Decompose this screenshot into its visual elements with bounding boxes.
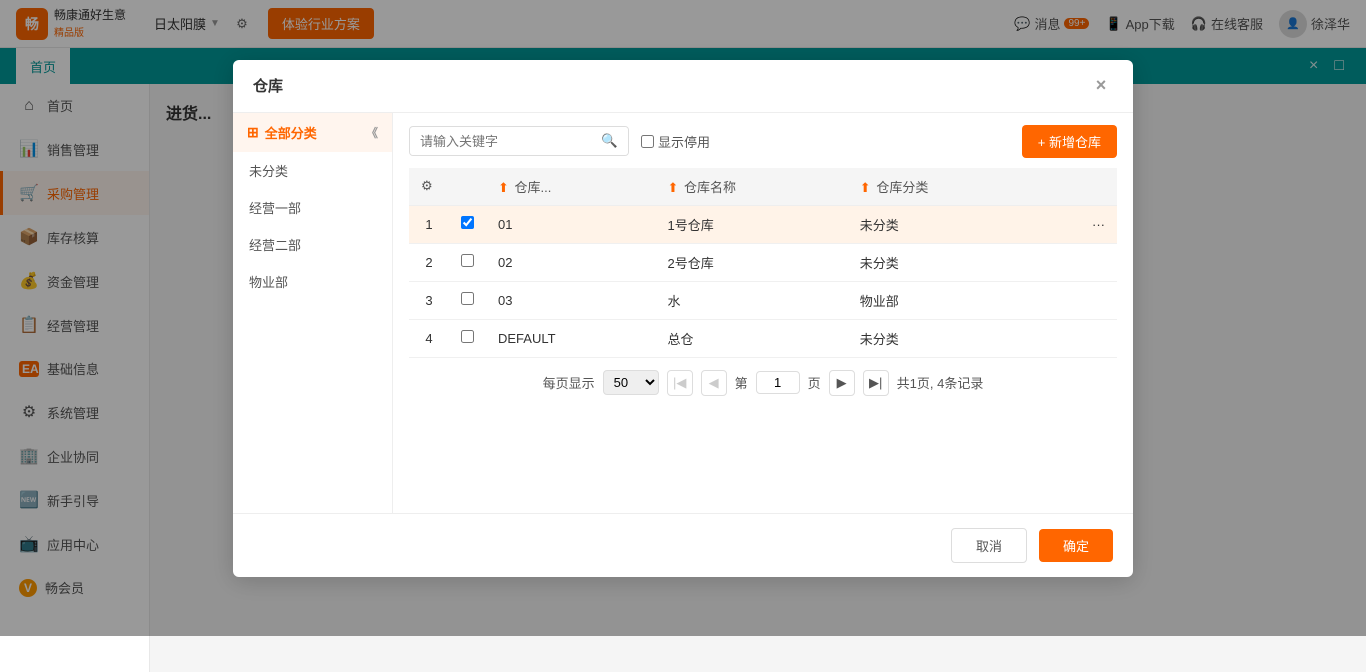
add-warehouse-btn[interactable]: + 新增仓库 — [1022, 125, 1117, 158]
th-settings[interactable]: ⚙ — [409, 168, 449, 206]
table-row[interactable]: 4 DEFAULT 总仓 未分类 — [409, 319, 1117, 357]
cell-category: 未分类 — [848, 319, 1040, 357]
table-row[interactable]: 3 03 水 物业部 — [409, 281, 1117, 319]
th-checkbox — [449, 168, 486, 206]
sort-icon-code: ⬆ — [498, 180, 509, 195]
table-row[interactable]: 2 02 2号仓库 未分类 — [409, 243, 1117, 281]
table-panel: 🔍 显示停用 + 新增仓库 ⚙ ⬆ — [393, 113, 1133, 513]
cell-action — [1040, 281, 1117, 319]
cell-action — [1040, 319, 1117, 357]
table-body: 1 01 1号仓库 未分类 ··· 2 02 2号仓库 未分类 3 03 水 物… — [409, 205, 1117, 357]
page-unit: 第 — [735, 373, 748, 392]
page-prev-btn[interactable]: ◀ — [701, 370, 727, 396]
row-checkbox[interactable] — [461, 292, 474, 305]
cell-action — [1040, 243, 1117, 281]
search-input[interactable] — [410, 128, 591, 155]
grid-icon: ⊞ — [247, 124, 259, 141]
total-label: 共1页, 4条记录 — [897, 373, 984, 392]
warehouse-modal: 仓库 × ⊞ 全部分类 《 未分类 经营一部 经营二部 — [233, 60, 1133, 577]
modal-footer: 取消 确定 — [233, 513, 1133, 577]
cell-category: 未分类 — [848, 243, 1040, 281]
all-categories-label: 全部分类 — [265, 123, 317, 142]
cell-code: 03 — [486, 281, 655, 319]
cell-code: 02 — [486, 243, 655, 281]
table-header-row: ⚙ ⬆ 仓库... ⬆ 仓库名称 ⬆ — [409, 168, 1117, 206]
cell-code: 01 — [486, 205, 655, 243]
category-item-2[interactable]: 经营二部 — [233, 226, 392, 263]
cell-checkbox[interactable] — [449, 243, 486, 281]
cell-checkbox[interactable] — [449, 319, 486, 357]
th-code[interactable]: ⬆ 仓库... — [486, 168, 655, 206]
search-button[interactable]: 🔍 — [591, 127, 628, 155]
page-first-btn[interactable]: |◀ — [667, 370, 693, 396]
row-checkbox[interactable] — [461, 254, 474, 267]
row-checkbox[interactable] — [461, 330, 474, 343]
sort-icon-name: ⬆ — [667, 180, 678, 195]
cell-category: 未分类 — [848, 205, 1040, 243]
th-action — [1040, 168, 1117, 206]
cell-action: ··· — [1040, 205, 1117, 243]
cell-checkbox[interactable] — [449, 281, 486, 319]
cell-name: 水 — [655, 281, 847, 319]
all-categories-item[interactable]: ⊞ 全部分类 《 — [233, 113, 392, 152]
cancel-btn[interactable]: 取消 — [951, 528, 1027, 563]
cell-name: 1号仓库 — [655, 205, 847, 243]
page-size-label: 每页显示 — [543, 373, 595, 392]
page-last-btn[interactable]: ▶| — [863, 370, 889, 396]
page-next-btn[interactable]: ▶ — [829, 370, 855, 396]
modal-close-btn[interactable]: × — [1089, 74, 1113, 98]
table-row[interactable]: 1 01 1号仓库 未分类 ··· — [409, 205, 1117, 243]
confirm-btn[interactable]: 确定 — [1039, 529, 1113, 562]
modal-header: 仓库 × — [233, 60, 1133, 113]
category-panel: ⊞ 全部分类 《 未分类 经营一部 经营二部 物业部 — [233, 113, 393, 513]
category-item-1[interactable]: 经营一部 — [233, 189, 392, 226]
cell-no: 3 — [409, 281, 449, 319]
row-checkbox[interactable] — [461, 216, 474, 229]
cell-checkbox[interactable] — [449, 205, 486, 243]
category-item-3[interactable]: 物业部 — [233, 263, 392, 300]
th-name[interactable]: ⬆ 仓库名称 — [655, 168, 847, 206]
modal-title: 仓库 — [253, 75, 283, 96]
page-input[interactable] — [756, 371, 800, 394]
modal-body: ⊞ 全部分类 《 未分类 经营一部 经营二部 物业部 — [233, 113, 1133, 513]
table-toolbar: 🔍 显示停用 + 新增仓库 — [409, 125, 1117, 158]
modal-overlay: 仓库 × ⊞ 全部分类 《 未分类 经营一部 经营二部 — [0, 0, 1366, 636]
warehouse-table: ⚙ ⬆ 仓库... ⬆ 仓库名称 ⬆ — [409, 168, 1117, 358]
sort-icon-category: ⬆ — [860, 180, 871, 195]
category-item-0[interactable]: 未分类 — [233, 152, 392, 189]
cell-name: 2号仓库 — [655, 243, 847, 281]
pagination: 每页显示 50 10 20 100 |◀ ◀ 第 页 ▶ ▶| 共1页, 4条记… — [409, 358, 1117, 400]
search-box: 🔍 — [409, 126, 629, 156]
cell-category: 物业部 — [848, 281, 1040, 319]
cell-code: DEFAULT — [486, 319, 655, 357]
page-label: 页 — [808, 373, 821, 392]
cell-no: 4 — [409, 319, 449, 357]
th-category[interactable]: ⬆ 仓库分类 — [848, 168, 1040, 206]
collapse-icon[interactable]: 《 — [366, 124, 378, 141]
page-size-select[interactable]: 50 10 20 100 — [603, 370, 659, 395]
show-disabled-label[interactable]: 显示停用 — [641, 132, 710, 151]
cell-name: 总仓 — [655, 319, 847, 357]
cell-no: 1 — [409, 205, 449, 243]
table-head: ⚙ ⬆ 仓库... ⬆ 仓库名称 ⬆ — [409, 168, 1117, 206]
show-disabled-checkbox[interactable] — [641, 135, 654, 148]
cell-no: 2 — [409, 243, 449, 281]
